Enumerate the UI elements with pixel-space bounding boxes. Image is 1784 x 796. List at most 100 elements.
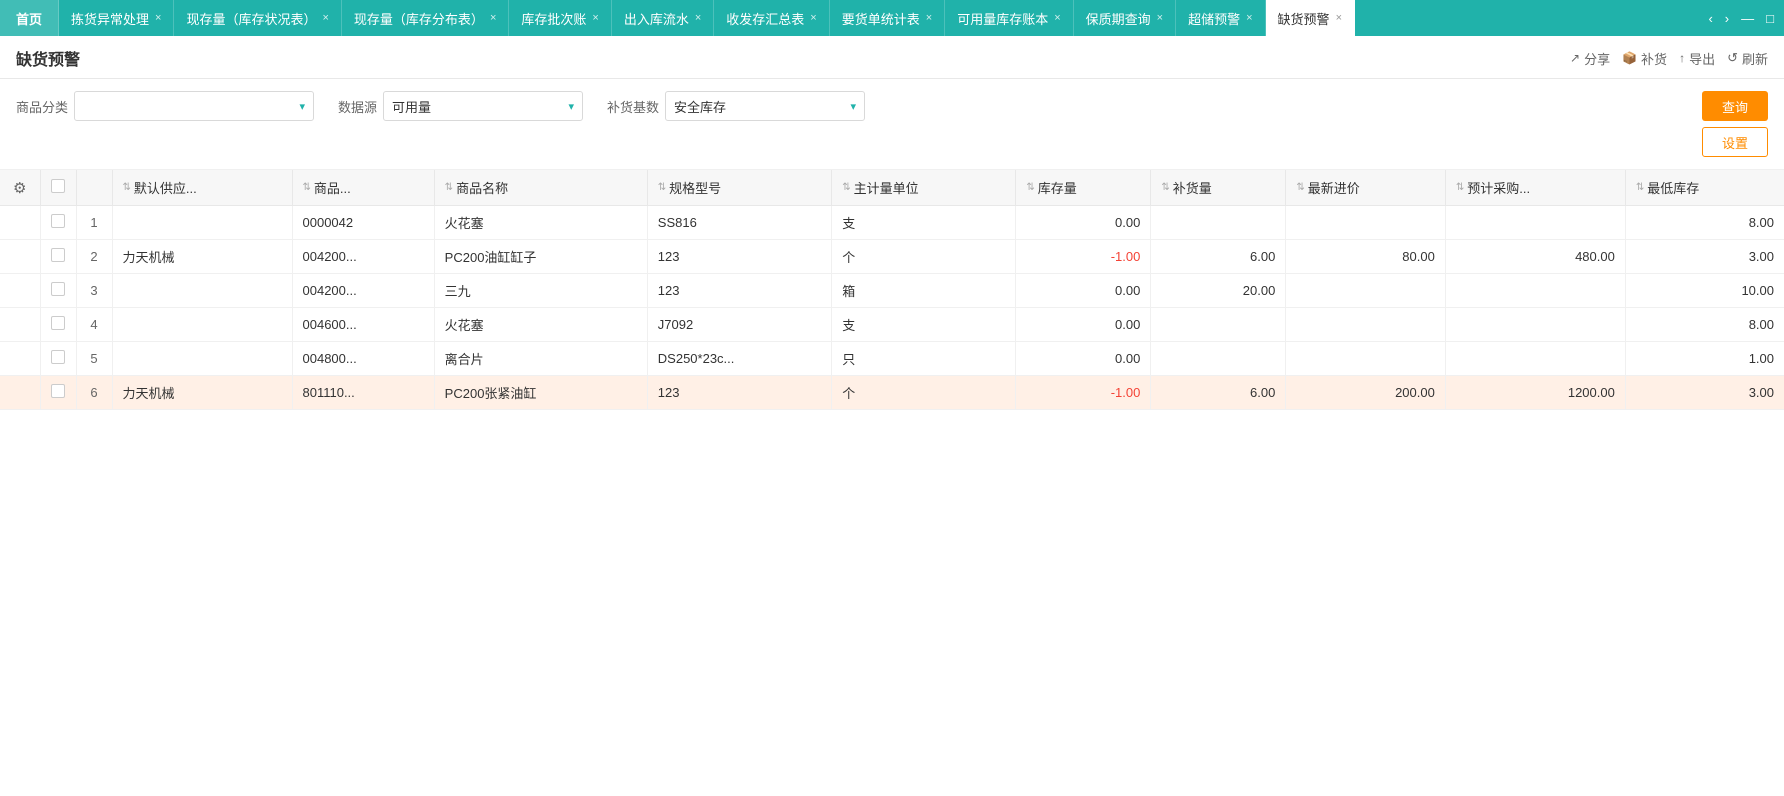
export-button[interactable]: ↑ 导出: [1679, 49, 1715, 68]
td-unit-4: 只: [832, 342, 1016, 376]
tab-demand-stat[interactable]: 要货单统计表 ×: [830, 0, 945, 36]
td-rownum-1: 2: [76, 240, 112, 274]
datasource-select[interactable]: 可用量 ▾: [383, 91, 583, 121]
window-maximize[interactable]: □: [1760, 0, 1780, 36]
tab-overstock[interactable]: 超储预警 ×: [1176, 0, 1265, 36]
th-latest-price-sort-icon[interactable]: ⇅: [1296, 182, 1304, 193]
row-checkbox-2[interactable]: [51, 282, 65, 296]
table-row[interactable]: 4 004600... 火花塞 J7092 支 0.00 8.00: [0, 308, 1784, 342]
td-code-0: 0000042: [292, 206, 434, 240]
tab-inout-flow-close[interactable]: ×: [695, 12, 701, 24]
td-spec-5: 123: [647, 376, 831, 410]
th-replenish-qty-label: 补货量: [1173, 178, 1212, 197]
refresh-icon: ↺: [1727, 50, 1738, 66]
row-checkbox-1[interactable]: [51, 248, 65, 262]
maximize-icon: □: [1766, 11, 1774, 26]
td-name-0: 火花塞: [434, 206, 647, 240]
td-supplier-1: 力天机械: [112, 240, 292, 274]
th-unit-sort-icon[interactable]: ⇅: [842, 182, 850, 193]
row-checkbox-5[interactable]: [51, 384, 65, 398]
table-row[interactable]: 2 力天机械 004200... PC200油缸缸子 123 个 -1.00 6…: [0, 240, 1784, 274]
tab-shortage-close[interactable]: ×: [1336, 12, 1342, 24]
td-est-purchase-3: [1445, 308, 1625, 342]
th-replenish-qty: ⇅ 补货量: [1151, 170, 1286, 206]
tab-inventory-dist-close[interactable]: ×: [490, 12, 496, 24]
page-title: 缺货预警: [16, 46, 80, 70]
table-row[interactable]: 3 004200... 三九 123 箱 0.00 20.00 10.00: [0, 274, 1784, 308]
th-replenish-qty-sort-icon[interactable]: ⇅: [1161, 182, 1169, 193]
tab-exception[interactable]: 拣货异常处理 ×: [59, 0, 174, 36]
row-checkbox-0[interactable]: [51, 214, 65, 228]
tab-expiry-close[interactable]: ×: [1157, 12, 1163, 24]
th-name-sort-icon[interactable]: ⇅: [445, 182, 453, 193]
td-est-purchase-4: [1445, 342, 1625, 376]
table-settings-icon[interactable]: ⚙: [13, 179, 26, 197]
th-stock-sort-icon[interactable]: ⇅: [1026, 182, 1034, 193]
td-stock-1: -1.00: [1016, 240, 1151, 274]
td-replenish-qty-2: 20.00: [1151, 274, 1286, 308]
th-unit-label: 主计量单位: [854, 178, 919, 197]
table-container: ⚙ ⇅ 默认供应...: [0, 170, 1784, 410]
td-replenish-qty-5: 6.00: [1151, 376, 1286, 410]
window-minimize[interactable]: —: [1735, 0, 1760, 36]
tab-inventory-status-close[interactable]: ×: [322, 12, 328, 24]
replenish-filter-group: 补货基数 安全库存 ▾: [607, 91, 865, 121]
settings-button[interactable]: 设置: [1702, 127, 1768, 157]
th-min-stock-label: 最低库存: [1647, 178, 1699, 197]
td-name-2: 三九: [434, 274, 647, 308]
td-spec-0: SS816: [647, 206, 831, 240]
tab-recv-send-close[interactable]: ×: [810, 12, 816, 24]
th-est-purchase-sort-icon[interactable]: ⇅: [1456, 182, 1464, 193]
share-button[interactable]: ↗ 分享: [1570, 49, 1610, 68]
td-latest-price-0: [1286, 206, 1446, 240]
tab-recv-send[interactable]: 收发存汇总表 ×: [714, 0, 829, 36]
refresh-button[interactable]: ↺ 刷新: [1727, 49, 1768, 68]
minimize-icon: —: [1741, 11, 1754, 26]
td-checkbox-4: [40, 342, 76, 376]
td-settings-5: [0, 376, 40, 410]
query-button[interactable]: 查询: [1702, 91, 1768, 121]
tab-available[interactable]: 可用量库存账本 ×: [945, 0, 1073, 36]
tab-batch-account-label: 库存批次账: [521, 9, 586, 28]
td-rownum-4: 5: [76, 342, 112, 376]
tab-exception-close[interactable]: ×: [155, 12, 161, 24]
tab-inventory-dist[interactable]: 现存量（库存分布表） ×: [342, 0, 509, 36]
table-row[interactable]: 5 004800... 离合片 DS250*23c... 只 0.00 1.00: [0, 342, 1784, 376]
tab-inventory-status[interactable]: 现存量（库存状况表） ×: [174, 0, 341, 36]
table-row[interactable]: 1 0000042 火花塞 SS816 支 0.00 8.00: [0, 206, 1784, 240]
th-code-sort-icon[interactable]: ⇅: [303, 182, 311, 193]
tab-demand-stat-close[interactable]: ×: [926, 12, 932, 24]
tab-shortage[interactable]: 缺货预警 ×: [1266, 0, 1355, 36]
table-row[interactable]: 6 力天机械 801110... PC200张紧油缸 123 个 -1.00 6…: [0, 376, 1784, 410]
th-spec-sort-icon[interactable]: ⇅: [658, 182, 666, 193]
tab-expiry[interactable]: 保质期查询 ×: [1074, 0, 1176, 36]
tab-available-close[interactable]: ×: [1054, 12, 1060, 24]
row-checkbox-4[interactable]: [51, 350, 65, 364]
td-spec-1: 123: [647, 240, 831, 274]
tab-batch-account[interactable]: 库存批次账 ×: [509, 0, 611, 36]
td-code-5: 801110...: [292, 376, 434, 410]
tab-scroll-right[interactable]: ›: [1719, 0, 1735, 36]
tab-overstock-close[interactable]: ×: [1246, 12, 1252, 24]
replenish-button[interactable]: 📦 补货: [1622, 49, 1667, 68]
th-rownum: [76, 170, 112, 206]
row-checkbox-3[interactable]: [51, 316, 65, 330]
category-select[interactable]: ▾: [74, 91, 314, 121]
tab-home[interactable]: 首页: [0, 0, 59, 36]
th-min-stock-sort-icon[interactable]: ⇅: [1636, 182, 1644, 193]
td-latest-price-5: 200.00: [1286, 376, 1446, 410]
tab-scroll-left[interactable]: ‹: [1702, 0, 1718, 36]
select-all-checkbox[interactable]: [51, 179, 65, 193]
replenish-select[interactable]: 安全库存 ▾: [665, 91, 865, 121]
tab-batch-account-close[interactable]: ×: [592, 12, 598, 24]
td-replenish-qty-3: [1151, 308, 1286, 342]
th-settings: ⚙: [0, 170, 40, 206]
td-stock-2: 0.00: [1016, 274, 1151, 308]
datasource-value: 可用量: [392, 97, 431, 116]
td-code-2: 004200...: [292, 274, 434, 308]
td-settings-4: [0, 342, 40, 376]
th-code-label: 商品...: [314, 178, 351, 197]
th-supplier-sort-icon[interactable]: ⇅: [123, 182, 131, 193]
tab-inout-flow[interactable]: 出入库流水 ×: [612, 0, 714, 36]
th-spec: ⇅ 规格型号: [647, 170, 831, 206]
